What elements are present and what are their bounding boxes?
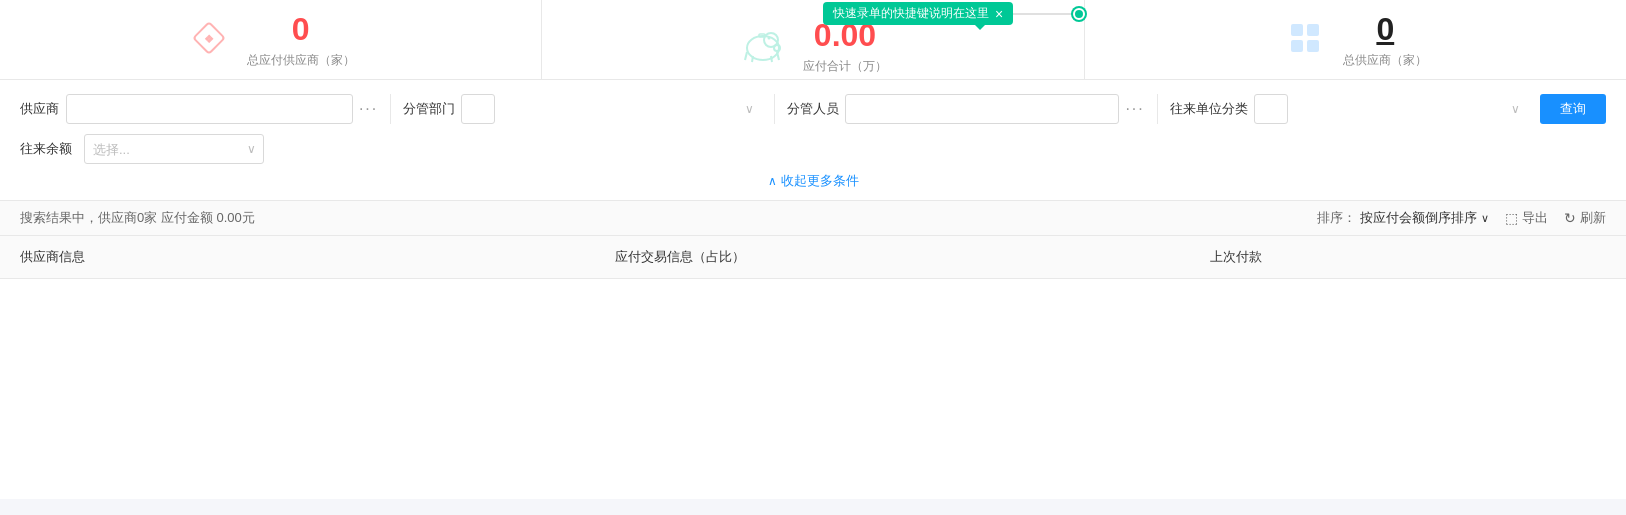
sort-wrapper: 排序： 按应付会额倒序排序 ∨ — [1317, 209, 1489, 227]
col-transaction-header: 应付交易信息（占比） — [615, 248, 1210, 266]
svg-line-6 — [752, 56, 753, 62]
sort-label: 排序： — [1317, 209, 1356, 227]
unit-category-arrow-icon: ∨ — [1511, 102, 1520, 116]
result-summary: 搜索结果中，供应商0家 应付金额 0.00元 — [20, 209, 255, 227]
refresh-button[interactable]: ↻ 刷新 — [1564, 209, 1606, 227]
table-empty-state — [0, 279, 1626, 499]
filter-row-2: 往来余额 选择... ∨ 选择... — [20, 134, 1606, 164]
result-bar: 搜索结果中，供应商0家 应付金额 0.00元 排序： 按应付会额倒序排序 ∨ ⬚… — [0, 201, 1626, 236]
refresh-label: 刷新 — [1580, 209, 1606, 227]
balance-select[interactable]: 选择... — [84, 134, 264, 164]
dept-label: 分管部门 — [403, 100, 455, 118]
export-button[interactable]: ⬚ 导出 — [1505, 209, 1548, 227]
svg-text:❖: ❖ — [204, 33, 214, 45]
unit-category-select-wrapper: ∨ — [1254, 94, 1528, 124]
filter-area: 供应商 ··· 分管部门 ∨ 分管人员 ··· 往来单位分类 — [0, 80, 1626, 201]
divider-3 — [1157, 94, 1158, 124]
filter-row-1: 供应商 ··· 分管部门 ∨ 分管人员 ··· 往来单位分类 — [20, 94, 1606, 124]
balance-label: 往来余额 — [20, 140, 72, 158]
grid-icon — [1283, 16, 1327, 63]
svg-rect-13 — [1291, 40, 1303, 52]
tooltip-text: 快速录单的快捷键说明在这里 — [833, 5, 989, 22]
person-input[interactable] — [845, 94, 1120, 124]
col-lastpay-header: 上次付款 — [1210, 248, 1607, 266]
tooltip-dot — [1073, 8, 1085, 20]
sort-arrow-icon[interactable]: ∨ — [1481, 212, 1489, 225]
chevron-up-icon: ∧ — [768, 174, 777, 188]
query-button[interactable]: 查询 — [1540, 94, 1606, 124]
total-suppliers-number: 0 — [1376, 10, 1394, 48]
filter-group-unit-category: 往来单位分类 ∨ — [1170, 94, 1528, 124]
balance-select-wrapper: 选择... ∨ — [84, 134, 264, 164]
total-payable-number: 0 — [292, 10, 310, 48]
svg-rect-11 — [1291, 24, 1303, 36]
svg-rect-12 — [1307, 24, 1319, 36]
collapse-button[interactable]: ∧ 收起更多条件 — [768, 172, 859, 190]
piggy-icon — [739, 20, 787, 71]
filter-group-supplier: 供应商 ··· — [20, 94, 378, 124]
table-header: 供应商信息 应付交易信息（占比） 上次付款 — [0, 236, 1626, 279]
person-dots[interactable]: ··· — [1125, 100, 1144, 118]
svg-line-7 — [771, 56, 772, 62]
dept-select[interactable] — [461, 94, 495, 124]
supplier-label: 供应商 — [20, 100, 60, 118]
total-suppliers-label: 总供应商（家） — [1343, 52, 1427, 69]
svg-point-4 — [767, 36, 770, 39]
dept-select-wrapper: ∨ — [461, 94, 761, 124]
tooltip-bubble: 快速录单的快捷键说明在这里 × — [823, 2, 1013, 25]
diamond-icon: ❖ — [187, 16, 231, 63]
col-supplier-header: 供应商信息 — [20, 248, 615, 266]
person-label: 分管人员 — [787, 100, 839, 118]
supplier-input[interactable] — [66, 94, 353, 124]
stat-payable-total: 快速录单的快捷键说明在这里 × — [542, 0, 1084, 79]
stat-total-payable-suppliers: ❖ 0 总应付供应商（家） — [0, 0, 542, 79]
divider-2 — [774, 94, 775, 124]
payable-total-label: 应付合计（万） — [803, 58, 887, 75]
total-payable-label: 总应付供应商（家） — [247, 52, 355, 69]
svg-line-5 — [745, 52, 747, 60]
unit-category-select[interactable] — [1254, 94, 1288, 124]
result-actions: 排序： 按应付会额倒序排序 ∨ ⬚ 导出 ↻ 刷新 — [1317, 209, 1606, 227]
dept-arrow-icon: ∨ — [745, 102, 754, 116]
refresh-icon: ↻ — [1564, 210, 1576, 226]
stat-total-suppliers: 0 总供应商（家） — [1085, 0, 1626, 79]
filter-group-dept: 分管部门 ∨ — [403, 94, 761, 124]
stats-bar: ❖ 0 总应付供应商（家） 快速录单的快捷键说明在这里 × — [0, 0, 1626, 80]
supplier-dots[interactable]: ··· — [359, 100, 378, 118]
svg-line-8 — [777, 52, 779, 60]
filter-group-person: 分管人员 ··· — [787, 94, 1145, 124]
export-label: 导出 — [1522, 209, 1548, 227]
table-area: 供应商信息 应付交易信息（占比） 上次付款 — [0, 236, 1626, 499]
export-icon: ⬚ — [1505, 210, 1518, 226]
tooltip-close-icon[interactable]: × — [995, 6, 1003, 22]
divider-1 — [390, 94, 391, 124]
collapse-label: 收起更多条件 — [781, 172, 859, 190]
unit-category-label: 往来单位分类 — [1170, 100, 1248, 118]
svg-point-10 — [774, 45, 780, 51]
sort-value[interactable]: 按应付会额倒序排序 — [1360, 209, 1477, 227]
svg-rect-14 — [1307, 40, 1319, 52]
